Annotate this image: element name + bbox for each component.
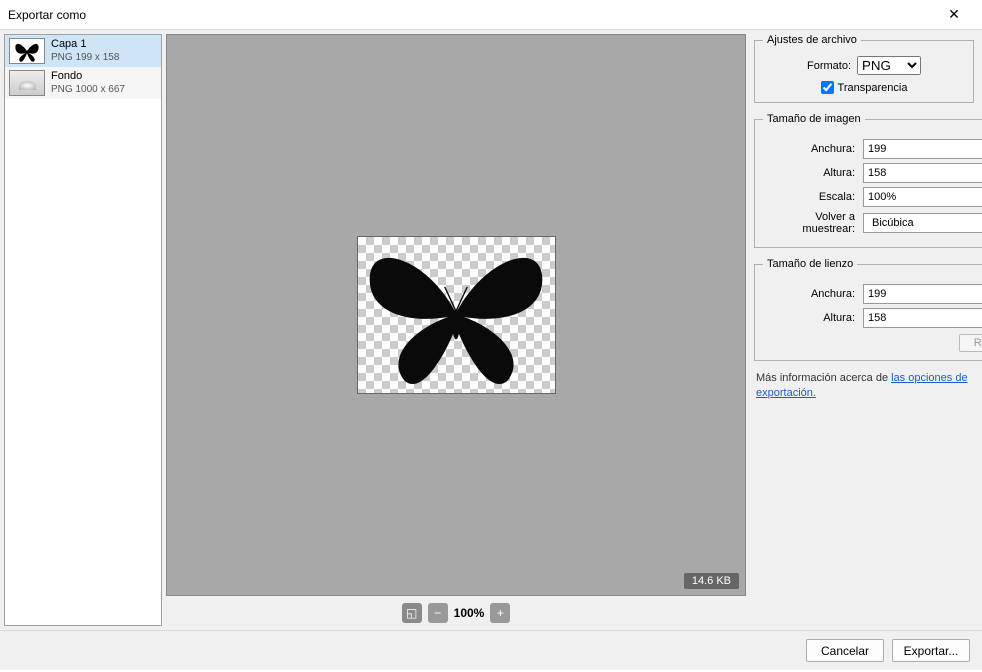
image-height-input[interactable] xyxy=(863,163,982,183)
image-size-legend: Tamaño de imagen xyxy=(763,113,865,125)
transparency-checkbox[interactable] xyxy=(821,81,834,94)
main-content: Capa 1 PNG 199 x 158 Fondo PNG 1000 x 66… xyxy=(0,30,982,630)
zoom-toolbar: ◱ − 100% + xyxy=(166,600,746,626)
preview-area: 14.6 KB ◱ − 100% + xyxy=(166,34,746,626)
preview-canvas[interactable]: 14.6 KB xyxy=(166,34,746,596)
info-prefix: Más información acerca de xyxy=(756,372,891,384)
zoom-level: 100% xyxy=(454,606,485,620)
layer-thumb xyxy=(9,70,45,96)
format-label: Formato: xyxy=(807,60,851,72)
image-size-group: Tamaño de imagen Anchura: px Altura: px … xyxy=(754,113,982,248)
cancel-button[interactable]: Cancelar xyxy=(806,639,884,662)
image-width-input[interactable] xyxy=(863,139,982,159)
resample-select[interactable]: Bicúbica xyxy=(863,213,982,233)
titlebar: Exportar como ✕ xyxy=(0,0,982,30)
file-settings-legend: Ajustes de archivo xyxy=(763,34,861,46)
layer-name: Fondo xyxy=(51,70,125,83)
layer-name: Capa 1 xyxy=(51,38,119,51)
info-text: Más información acerca de las opciones d… xyxy=(754,371,974,402)
window-title: Exportar como xyxy=(8,8,934,22)
file-settings-group: Ajustes de archivo Formato: PNG Transpar… xyxy=(754,34,974,103)
layer-meta: PNG 1000 x 667 xyxy=(51,84,125,96)
settings-panel: Ajustes de archivo Formato: PNG Transpar… xyxy=(750,30,982,630)
canvas-width-label: Anchura: xyxy=(763,288,859,300)
filesize-badge: 14.6 KB xyxy=(684,573,739,589)
layer-text: Capa 1 PNG 199 x 158 xyxy=(51,38,119,63)
layers-panel: Capa 1 PNG 199 x 158 Fondo PNG 1000 x 66… xyxy=(4,34,162,626)
canvas-size-group: Tamaño de lienzo Anchura: px Altura: px … xyxy=(754,258,982,361)
zoom-in-icon[interactable]: + xyxy=(490,603,510,623)
footer: Cancelar Exportar... xyxy=(0,630,982,670)
layer-item-capa1[interactable]: Capa 1 PNG 199 x 158 xyxy=(5,35,161,67)
zoom-out-icon[interactable]: − xyxy=(428,603,448,623)
layer-thumb xyxy=(9,38,45,64)
preview-image xyxy=(357,236,556,394)
restore-button: Restaurar xyxy=(959,334,982,352)
canvas-width-input[interactable] xyxy=(863,284,982,304)
export-button[interactable]: Exportar... xyxy=(892,639,970,662)
layer-meta: PNG 199 x 158 xyxy=(51,52,119,64)
format-select[interactable]: PNG xyxy=(857,56,921,75)
canvas-size-legend: Tamaño de lienzo xyxy=(763,258,857,270)
fit-screen-icon[interactable]: ◱ xyxy=(402,603,422,623)
canvas-height-input[interactable] xyxy=(863,308,982,328)
canvas-height-label: Altura: xyxy=(763,312,859,324)
width-label: Anchura: xyxy=(763,143,859,155)
scale-label: Escala: xyxy=(763,191,859,203)
layer-text: Fondo PNG 1000 x 667 xyxy=(51,70,125,95)
close-icon[interactable]: ✕ xyxy=(934,6,974,23)
resample-label: Volver a muestrear: xyxy=(763,211,859,235)
scale-input[interactable] xyxy=(863,187,982,207)
transparency-label: Transparencia xyxy=(838,82,908,94)
height-label: Altura: xyxy=(763,167,859,179)
layer-item-fondo[interactable]: Fondo PNG 1000 x 667 xyxy=(5,67,161,99)
